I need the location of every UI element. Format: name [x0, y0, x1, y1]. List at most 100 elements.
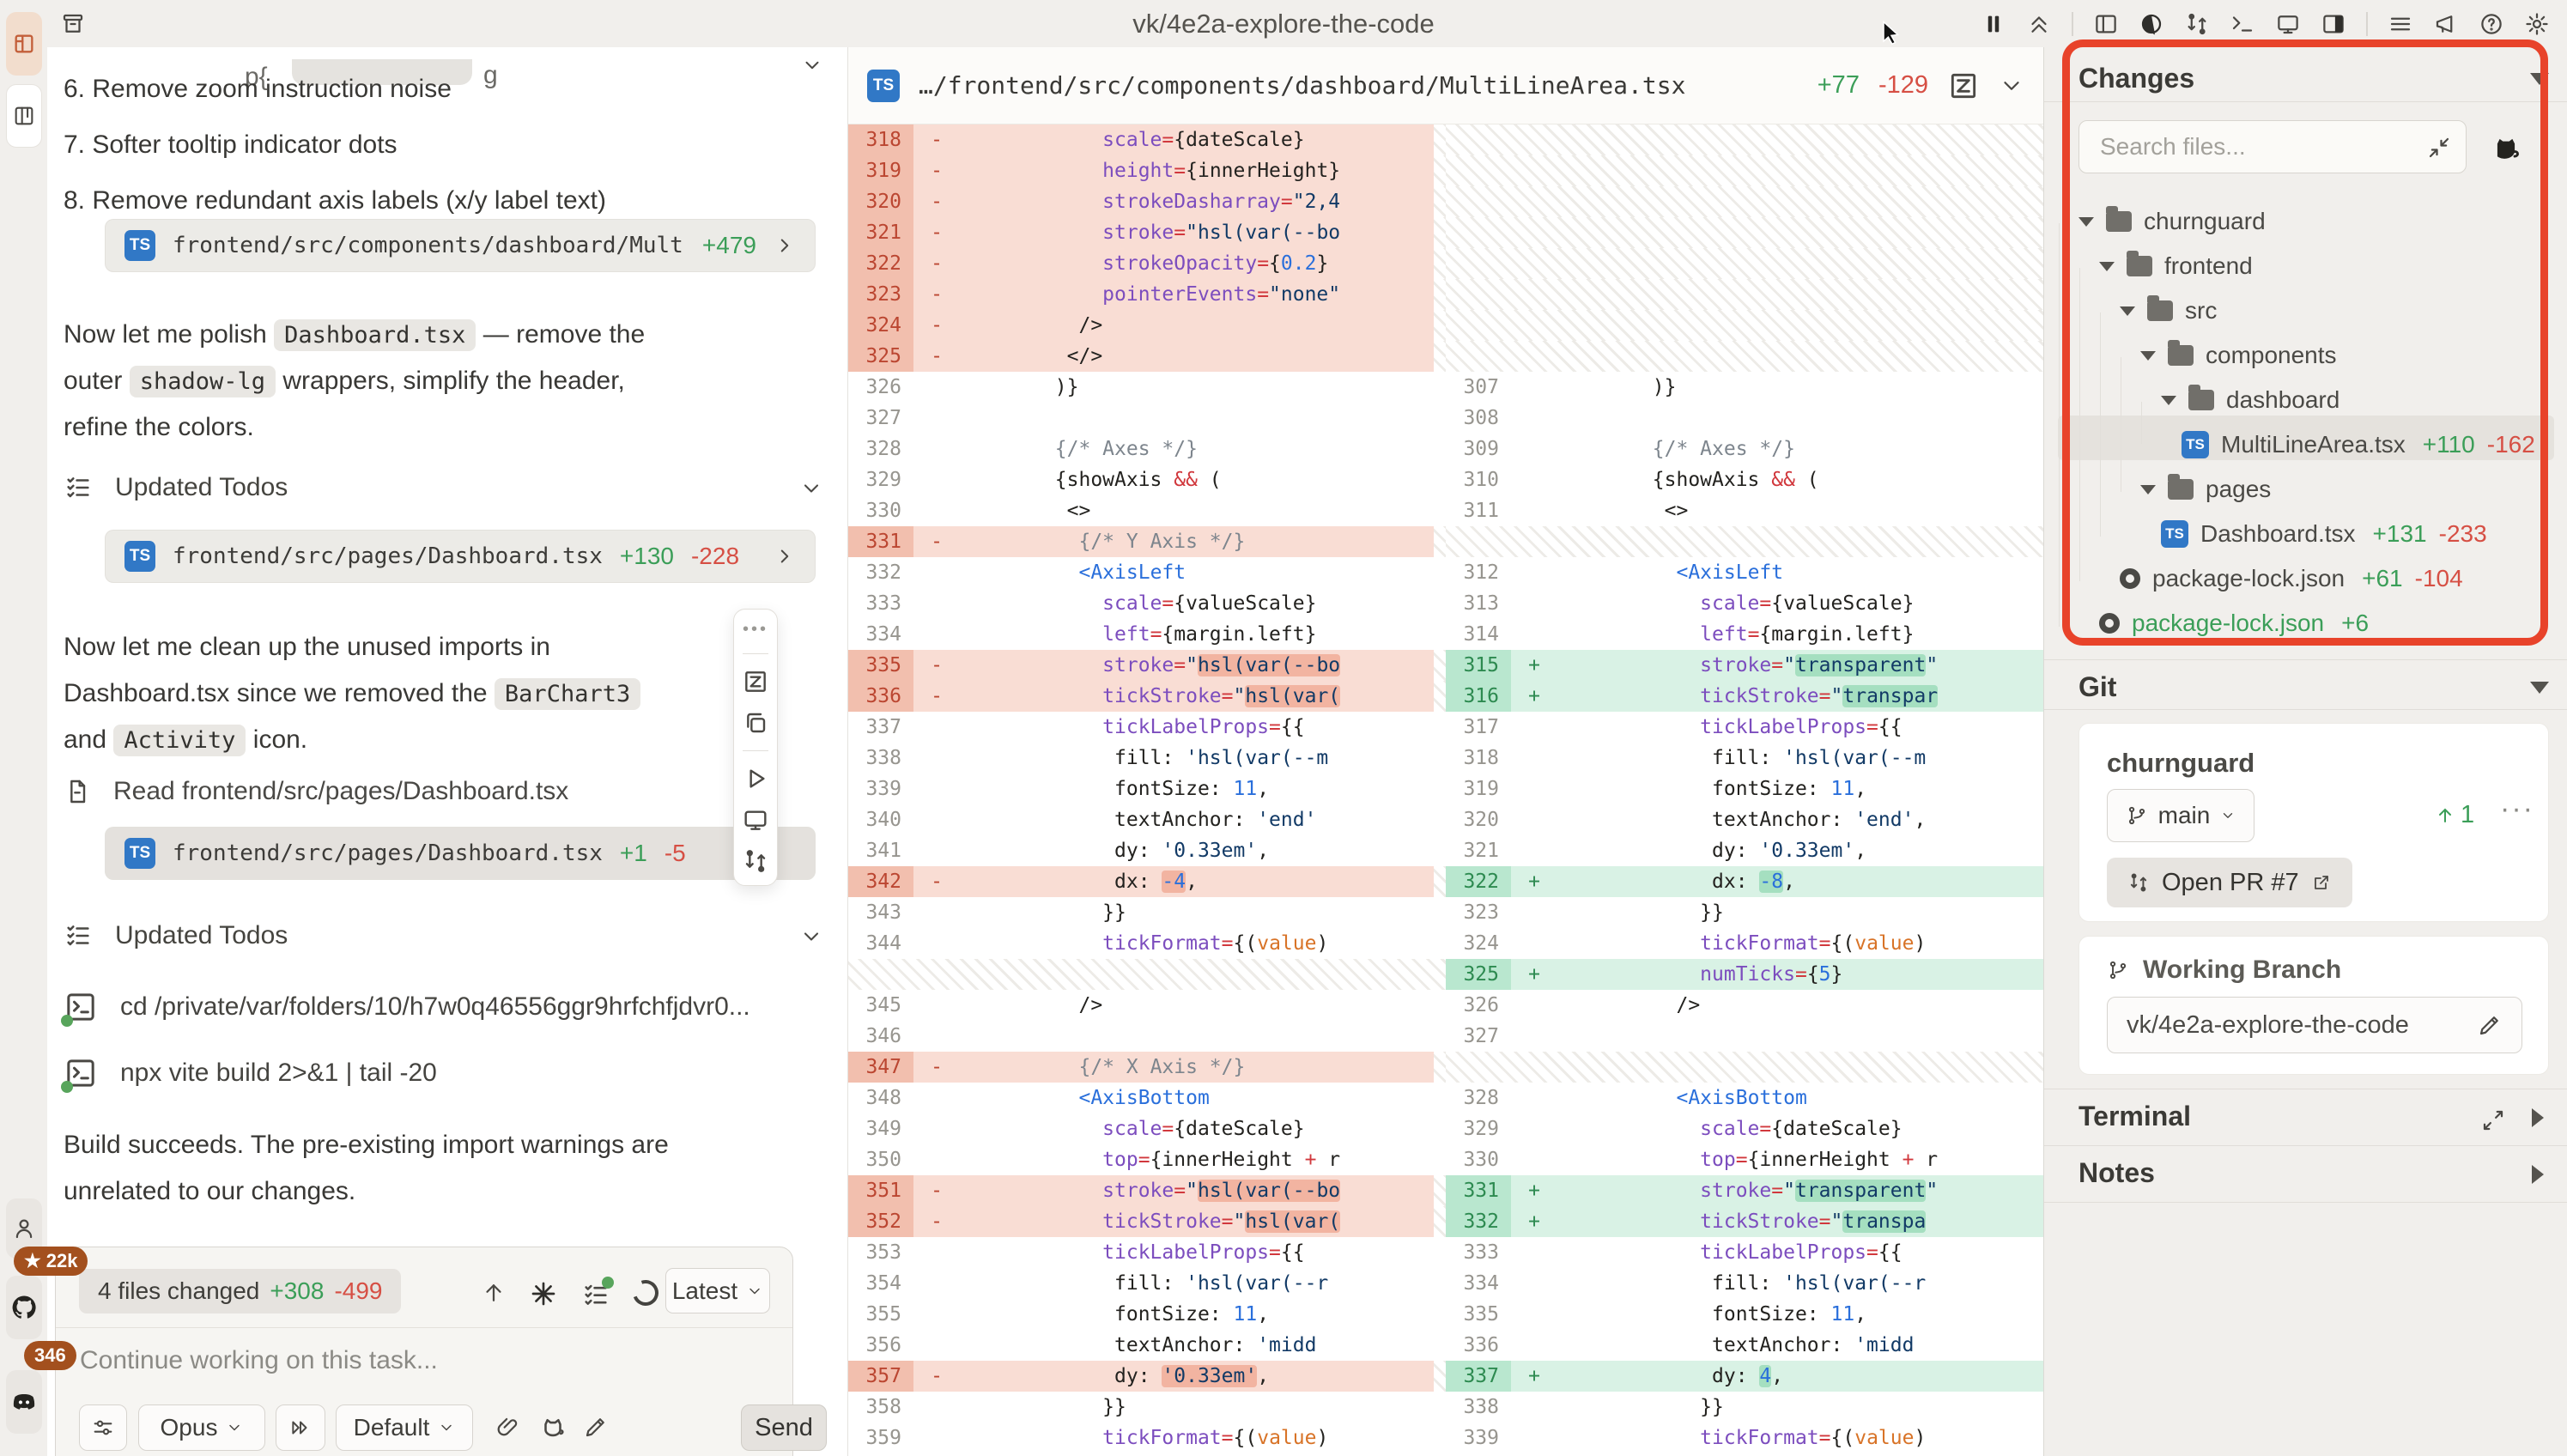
help-icon[interactable]	[2479, 11, 2504, 37]
diff-line-old-347[interactable]: 347- {/* X Axis */}	[848, 1052, 1446, 1083]
diff-line-new-310[interactable]: 310 {showAxis && (	[1446, 464, 2043, 495]
chevron-down-icon[interactable]	[799, 476, 823, 500]
diff-line-old-354[interactable]: 354 fill: 'hsl(var(--r	[848, 1268, 1446, 1299]
diff-line-new-312[interactable]: 312 <AxisLeft	[1446, 557, 2043, 588]
diff-line-old-325[interactable]: 325- </>	[848, 341, 1446, 372]
diff-line-old-326[interactable]: 326 )}	[848, 372, 1446, 403]
diff-filler-row[interactable]	[1446, 1052, 2043, 1083]
diff-line-new-338[interactable]: 338 }}	[1446, 1392, 2043, 1423]
spark-icon[interactable]	[530, 1280, 557, 1307]
git-section-title[interactable]: Git	[2078, 671, 2116, 703]
diff-line-old-335[interactable]: 335- stroke="hsl(var(--bo	[848, 650, 1446, 681]
tree-item-pages[interactable]: pages	[2140, 467, 2271, 512]
diff-line-new-314[interactable]: 314 left={margin.left}	[1446, 619, 2043, 650]
git-compare-icon[interactable]	[742, 847, 769, 875]
scroll-up-icon[interactable]	[481, 1280, 507, 1306]
pen-icon[interactable]	[583, 1414, 609, 1440]
diff-filler-row[interactable]	[1446, 186, 2043, 217]
archive-icon[interactable]	[60, 11, 86, 37]
diff-line-old-358[interactable]: 358 }}	[848, 1392, 1446, 1423]
discord-button[interactable]	[6, 1370, 42, 1434]
diff-line-old-337[interactable]: 337 tickLabelProps={{	[848, 712, 1446, 743]
caret-down-icon[interactable]	[2120, 306, 2135, 316]
diff-line-old-359[interactable]: 359 tickFormat={(value)	[848, 1423, 1446, 1453]
tree-item-dashboard[interactable]: dashboard	[2161, 378, 2339, 422]
diff-line-new-321[interactable]: 321 dy: '0.33em',	[1446, 835, 2043, 866]
diff-line-old-349[interactable]: 349 scale={dateScale}	[848, 1113, 1446, 1144]
diff-filler-row[interactable]	[1446, 124, 2043, 155]
tree-item-components[interactable]: components	[2140, 333, 2337, 378]
diff-line-new-331[interactable]: 331+ stroke="transparent"	[1446, 1175, 2043, 1206]
more-options-icon[interactable]: •••	[743, 620, 768, 640]
diff-line-new-325[interactable]: 325+ numTicks={5}	[1446, 959, 2043, 990]
git-compare-icon[interactable]	[2184, 11, 2210, 37]
diff-filler-row[interactable]	[1446, 155, 2043, 186]
diff-line-old-348[interactable]: 348 <AxisBottom	[848, 1083, 1446, 1113]
diff-filler-row[interactable]	[1446, 526, 2043, 557]
github-button[interactable]	[6, 1276, 42, 1339]
working-branch-input[interactable]: vk/4e2a-explore-the-code	[2107, 997, 2522, 1053]
diff-filler-row[interactable]	[1446, 248, 2043, 279]
todos-status-icon[interactable]	[581, 1280, 610, 1309]
diff-line-old-327[interactable]: 327	[848, 403, 1446, 434]
model-dropdown[interactable]: Opus	[138, 1404, 265, 1451]
attach-icon[interactable]	[495, 1414, 521, 1440]
diff-line-new-330[interactable]: 330 top={innerHeight + r	[1446, 1144, 2043, 1175]
chevron-down-icon[interactable]	[801, 54, 823, 76]
diff-line-old-345[interactable]: 345 />	[848, 990, 1446, 1021]
cat-icon[interactable]	[538, 1412, 567, 1441]
diff-filler-row[interactable]	[1446, 279, 2043, 310]
tree-item-src[interactable]: src	[2120, 288, 2217, 333]
diff-line-old-350[interactable]: 350 top={innerHeight + r	[848, 1144, 1446, 1175]
terminal-icon[interactable]	[2230, 11, 2255, 37]
diff-line-new-329[interactable]: 329 scale={dateScale}	[1446, 1113, 2043, 1144]
file-change-card[interactable]: TS frontend/src/components/dashboard/Mul…	[105, 219, 816, 272]
pause-icon[interactable]	[1981, 11, 2006, 37]
diff-line-old-329[interactable]: 329 {showAxis && (	[848, 464, 1446, 495]
diff-line-old-324[interactable]: 324- />	[848, 310, 1446, 341]
diff-line-new-332[interactable]: 332+ tickStroke="transpa	[1446, 1206, 2043, 1237]
diff-line-old-322[interactable]: 322- strokeOpacity={0.2}	[848, 248, 1446, 279]
diff-line-old-328[interactable]: 328 {/* Axes */}	[848, 434, 1446, 464]
send-button[interactable]: Send	[741, 1404, 827, 1451]
open-pr-button[interactable]: Open PR #7	[2107, 858, 2352, 907]
diff-line-old-341[interactable]: 341 dy: '0.33em',	[848, 835, 1446, 866]
diff-line-new-311[interactable]: 311 <>	[1446, 495, 2043, 526]
diff-filler-row[interactable]	[1446, 341, 2043, 372]
diff-line-new-315[interactable]: 315+ stroke="transparent"	[1446, 650, 2043, 681]
panel-right-icon[interactable]	[2321, 11, 2346, 37]
terminal-section-title[interactable]: Terminal	[2078, 1101, 2191, 1132]
diff-line-new-323[interactable]: 323 }}	[1446, 897, 2043, 928]
diff-line-old-332[interactable]: 332 <AxisLeft	[848, 557, 1446, 588]
diff-line-new-333[interactable]: 333 tickLabelProps={{	[1446, 1237, 2043, 1268]
diff-line-old-333[interactable]: 333 scale={valueScale}	[848, 588, 1446, 619]
kanban-view-button[interactable]	[6, 84, 42, 148]
expand-section-icon[interactable]	[2532, 1165, 2544, 1184]
caret-down-icon[interactable]	[2078, 217, 2094, 227]
diff-line-new-320[interactable]: 320 textAnchor: 'end',	[1446, 804, 2043, 835]
tree-item-dashboard-tsx[interactable]: TSDashboard.tsx+131-233	[2161, 512, 2487, 556]
caret-down-icon[interactable]	[2140, 485, 2156, 494]
diff-filler-row[interactable]	[1446, 217, 2043, 248]
cat-icon[interactable]	[2487, 129, 2525, 167]
diff-line-new-327[interactable]: 327	[1446, 1021, 2043, 1052]
diff-line-old-346[interactable]: 346	[848, 1021, 1446, 1052]
message-input[interactable]: Continue working on this task...	[80, 1346, 438, 1375]
file-change-card-selected[interactable]: TS frontend/src/pages/Dashboard.tsx +1 -…	[105, 827, 816, 880]
diff-line-new-307[interactable]: 307 )}	[1446, 372, 2043, 403]
notes-section-title[interactable]: Notes	[2078, 1157, 2155, 1189]
diff-new-column[interactable]: 307 )}308309 {/* Axes */}310 {showAxis &…	[1446, 124, 2043, 1456]
diff-line-old-355[interactable]: 355 fontSize: 11,	[848, 1299, 1446, 1330]
diff-line-old-318[interactable]: 318- scale={dateScale}	[848, 124, 1446, 155]
diff-line-old-323[interactable]: 323- pointerEvents="none"	[848, 279, 1446, 310]
latest-dropdown[interactable]: Latest	[665, 1268, 770, 1313]
diff-line-old-343[interactable]: 343 }}	[848, 897, 1446, 928]
tree-item-churnguard[interactable]: churnguard	[2078, 199, 2266, 244]
diff-line-new-335[interactable]: 335 fontSize: 11,	[1446, 1299, 2043, 1330]
diff-filler-row[interactable]	[848, 959, 1446, 990]
diff-line-old-357[interactable]: 357- dy: '0.33em',	[848, 1361, 1446, 1392]
diff-line-new-337[interactable]: 337+ dy: 4,	[1446, 1361, 2043, 1392]
monitor-icon[interactable]	[742, 806, 769, 834]
branch-dropdown[interactable]: main	[2107, 789, 2254, 842]
diff-line-old-339[interactable]: 339 fontSize: 11,	[848, 774, 1446, 804]
